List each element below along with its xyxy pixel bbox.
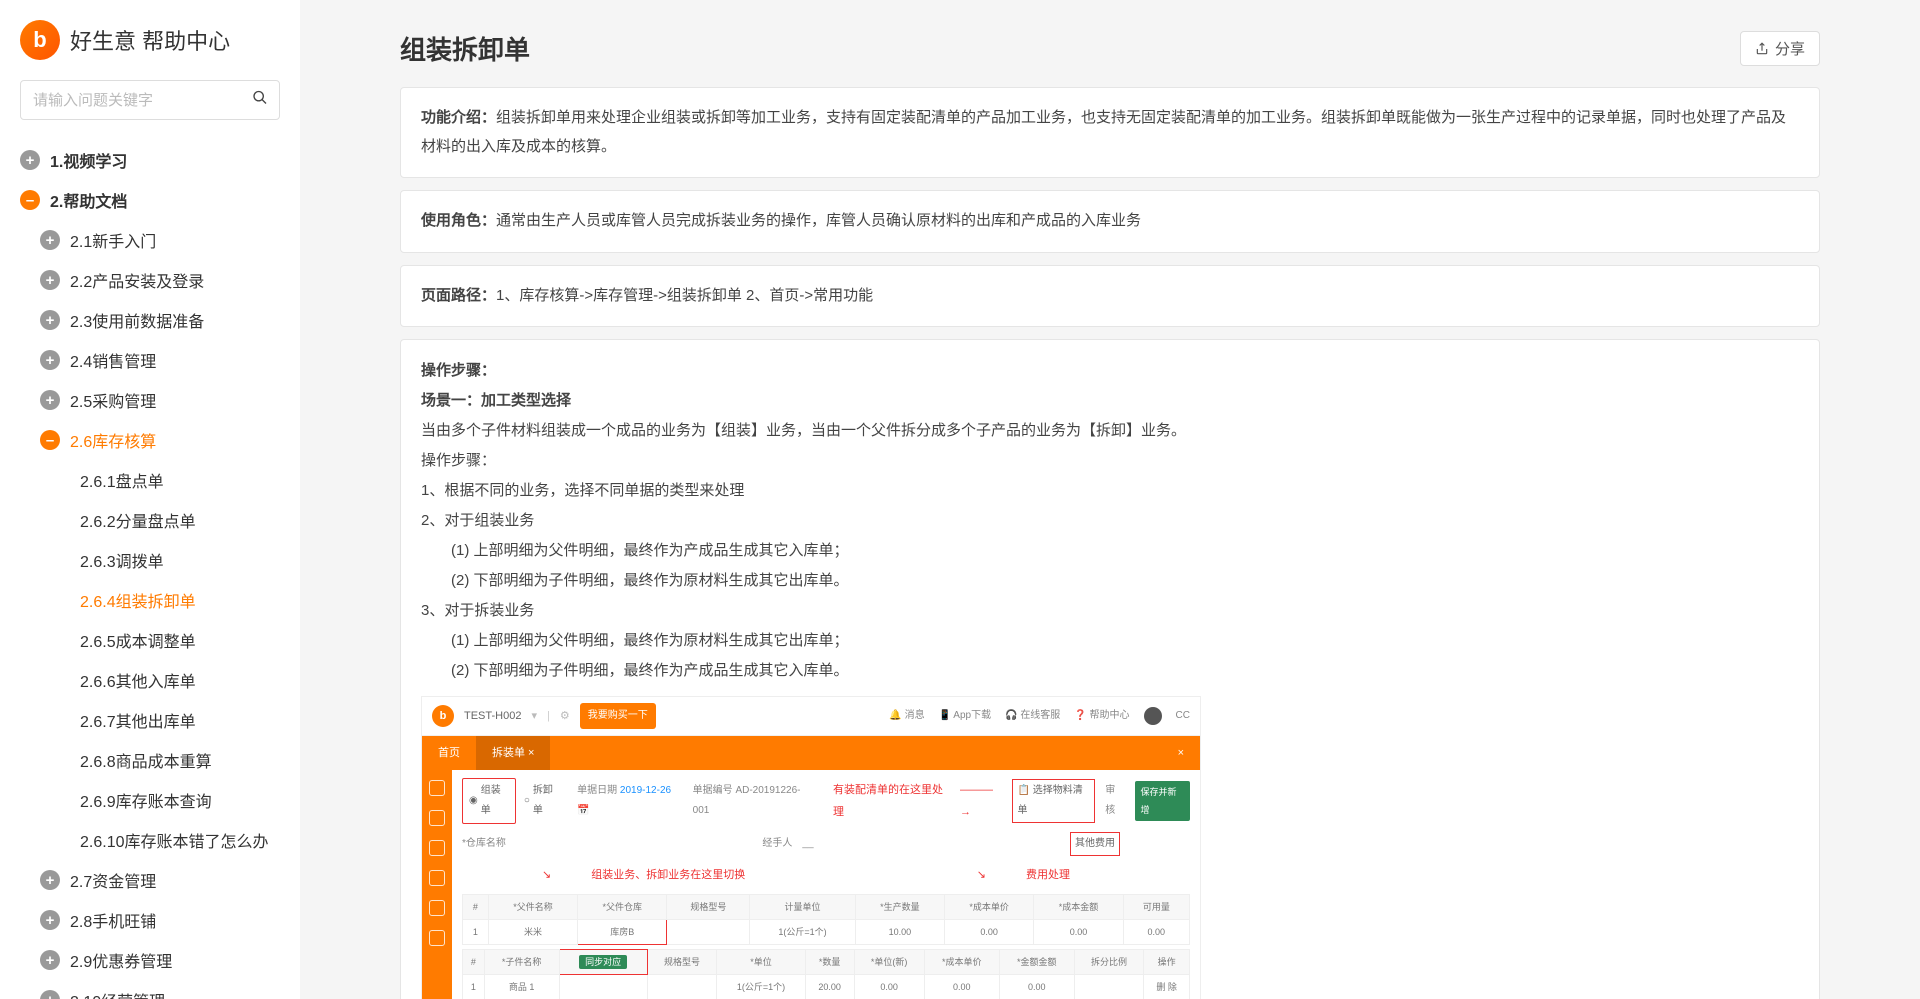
nav-2-6-10[interactable]: 2.6.10库存账本错了怎么办 [20, 820, 280, 860]
scene-title: 场景一：加工类型选择 [421, 386, 1799, 416]
embedded-screenshot: b TEST-H002 ▾ | ⚙ 我要购买一下 🔔 消息 📱 App下载 🎧 … [421, 696, 1201, 999]
nav-2-6-9[interactable]: 2.6.9库存账本查询 [20, 780, 280, 820]
report-icon [429, 930, 445, 946]
emb-account: TEST-H002 [464, 705, 521, 727]
share-icon [1755, 42, 1769, 56]
nav-2-6-5[interactable]: 2.6.5成本调整单 [20, 620, 280, 660]
steps-card: 操作步骤： 场景一：加工类型选择 当由多个子件材料组装成一个成品的业务为【组装】… [400, 339, 1820, 999]
step-1: 1、根据不同的业务，选择不同单据的类型来处理 [421, 476, 1799, 506]
nav-2-9[interactable]: +2.9优惠券管理 [20, 940, 280, 980]
nav-2-6-8[interactable]: 2.6.8商品成本重算 [20, 740, 280, 780]
nav-2-6-3[interactable]: 2.6.3调拨单 [20, 540, 280, 580]
step-3: 3、对于拆装业务 [421, 596, 1799, 626]
stock-icon [429, 870, 445, 886]
nav-2-6[interactable]: –2.6库存核算 [20, 420, 280, 460]
sidebar: b 好生意 帮助中心 +1.视频学习 –2.帮助文档 +2.1新手入门 +2.2… [0, 0, 300, 999]
step-2a: (1) 上部明细为父件明细，最终作为产成品生成其它入库单； [421, 536, 1799, 566]
nav-2-2[interactable]: +2.2产品安装及登录 [20, 260, 280, 300]
search-box [20, 80, 280, 120]
parent-table: #*父件名称*父件仓库规格型号计量单位*生产数量*成本单价*成本金额可用量 1米… [462, 894, 1190, 945]
search-icon[interactable] [252, 90, 268, 111]
avatar-icon [1144, 707, 1162, 725]
logo-text: 好生意 帮助中心 [70, 24, 230, 56]
emb-tab-new: 拆装单 × [476, 736, 550, 770]
nav-2-6-2[interactable]: 2.6.2分量盘点单 [20, 500, 280, 540]
scene-desc: 当由多个子件材料组装成一个成品的业务为【组装】业务，当由一个父件拆分成多个子产品… [421, 416, 1799, 446]
intro-card: 功能介绍：组装拆卸单用来处理企业组装或拆卸等加工业务，支持有固定装配清单的产品加… [400, 87, 1820, 178]
note-bom: 有装配清单的在这里处理 [833, 779, 950, 823]
nav-2-10[interactable]: +2.10经营管理 [20, 980, 280, 999]
path-card: 页面路径：1、库存核算->库存管理->组装拆卸单 2、首页->常用功能 [400, 265, 1820, 328]
emb-tab-home: 首页 [422, 736, 476, 770]
logo-icon: b [20, 20, 60, 60]
role-card: 使用角色：通常由生产人员或库管人员完成拆装业务的操作，库管人员确认原材料的出库和… [400, 190, 1820, 253]
box-icon [429, 810, 445, 826]
step-3b: (2) 下部明细为子件明细，最终作为产成品生成其它入库单。 [421, 656, 1799, 686]
radio-disassemble: ○ 拆卸单 [518, 778, 567, 824]
nav-2-6-7[interactable]: 2.6.7其他出库单 [20, 700, 280, 740]
nav-2-3[interactable]: +2.3使用前数据准备 [20, 300, 280, 340]
nav-2-4[interactable]: +2.4销售管理 [20, 340, 280, 380]
search-input[interactable] [20, 80, 280, 120]
nav-video[interactable]: +1.视频学习 [20, 140, 280, 180]
nav-2-5[interactable]: +2.5采购管理 [20, 380, 280, 420]
steps-title: 操作步骤： [421, 356, 1799, 386]
nav-2-8[interactable]: +2.8手机旺铺 [20, 900, 280, 940]
emb-tabs: 首页 拆装单 × × [422, 736, 1200, 770]
nav-2-1[interactable]: +2.1新手入门 [20, 220, 280, 260]
nav-2-7[interactable]: +2.7资金管理 [20, 860, 280, 900]
step-2b: (2) 下部明细为子件明细，最终作为原材料生成其它出库单。 [421, 566, 1799, 596]
note-switch: 组装业务、拆卸业务在这里切换 [591, 864, 745, 886]
emb-topbar: b TEST-H002 ▾ | ⚙ 我要购买一下 🔔 消息 📱 App下载 🎧 … [422, 697, 1200, 736]
radio-assemble: ◉ 组装单 [462, 778, 516, 824]
money-icon [429, 900, 445, 916]
emb-sidebar [422, 770, 452, 999]
steps-sub: 操作步骤： [421, 446, 1799, 476]
nav-2-6-1[interactable]: 2.6.1盘点单 [20, 460, 280, 500]
nav-docs[interactable]: –2.帮助文档 [20, 180, 280, 220]
step-3a: (1) 上部明细为父件明细，最终作为原材料生成其它出库单； [421, 626, 1799, 656]
nav-2-6-6[interactable]: 2.6.6其他入库单 [20, 660, 280, 700]
emb-logo-icon: b [432, 705, 454, 727]
cart-icon [429, 840, 445, 856]
child-table: #*子件名称同步对应规格型号*单位*数量*单位(新)*成本单价*金额金额拆分比例… [462, 949, 1190, 999]
step-2: 2、对于组装业务 [421, 506, 1799, 536]
page-title: 组装拆卸单 [400, 30, 530, 67]
nav-2-6-4[interactable]: 2.6.4组装拆卸单 [20, 580, 280, 620]
home-icon [429, 780, 445, 796]
logo-row: b 好生意 帮助中心 [20, 20, 280, 60]
main-content: 组装拆卸单 分享 功能介绍：组装拆卸单用来处理企业组装或拆卸等加工业务，支持有固… [300, 0, 1920, 999]
emb-buy-btn: 我要购买一下 [580, 703, 656, 729]
share-button[interactable]: 分享 [1740, 31, 1820, 66]
note-cost: 费用处理 [1026, 864, 1070, 886]
nav-tree: +1.视频学习 –2.帮助文档 +2.1新手入门 +2.2产品安装及登录 +2.… [20, 140, 280, 999]
